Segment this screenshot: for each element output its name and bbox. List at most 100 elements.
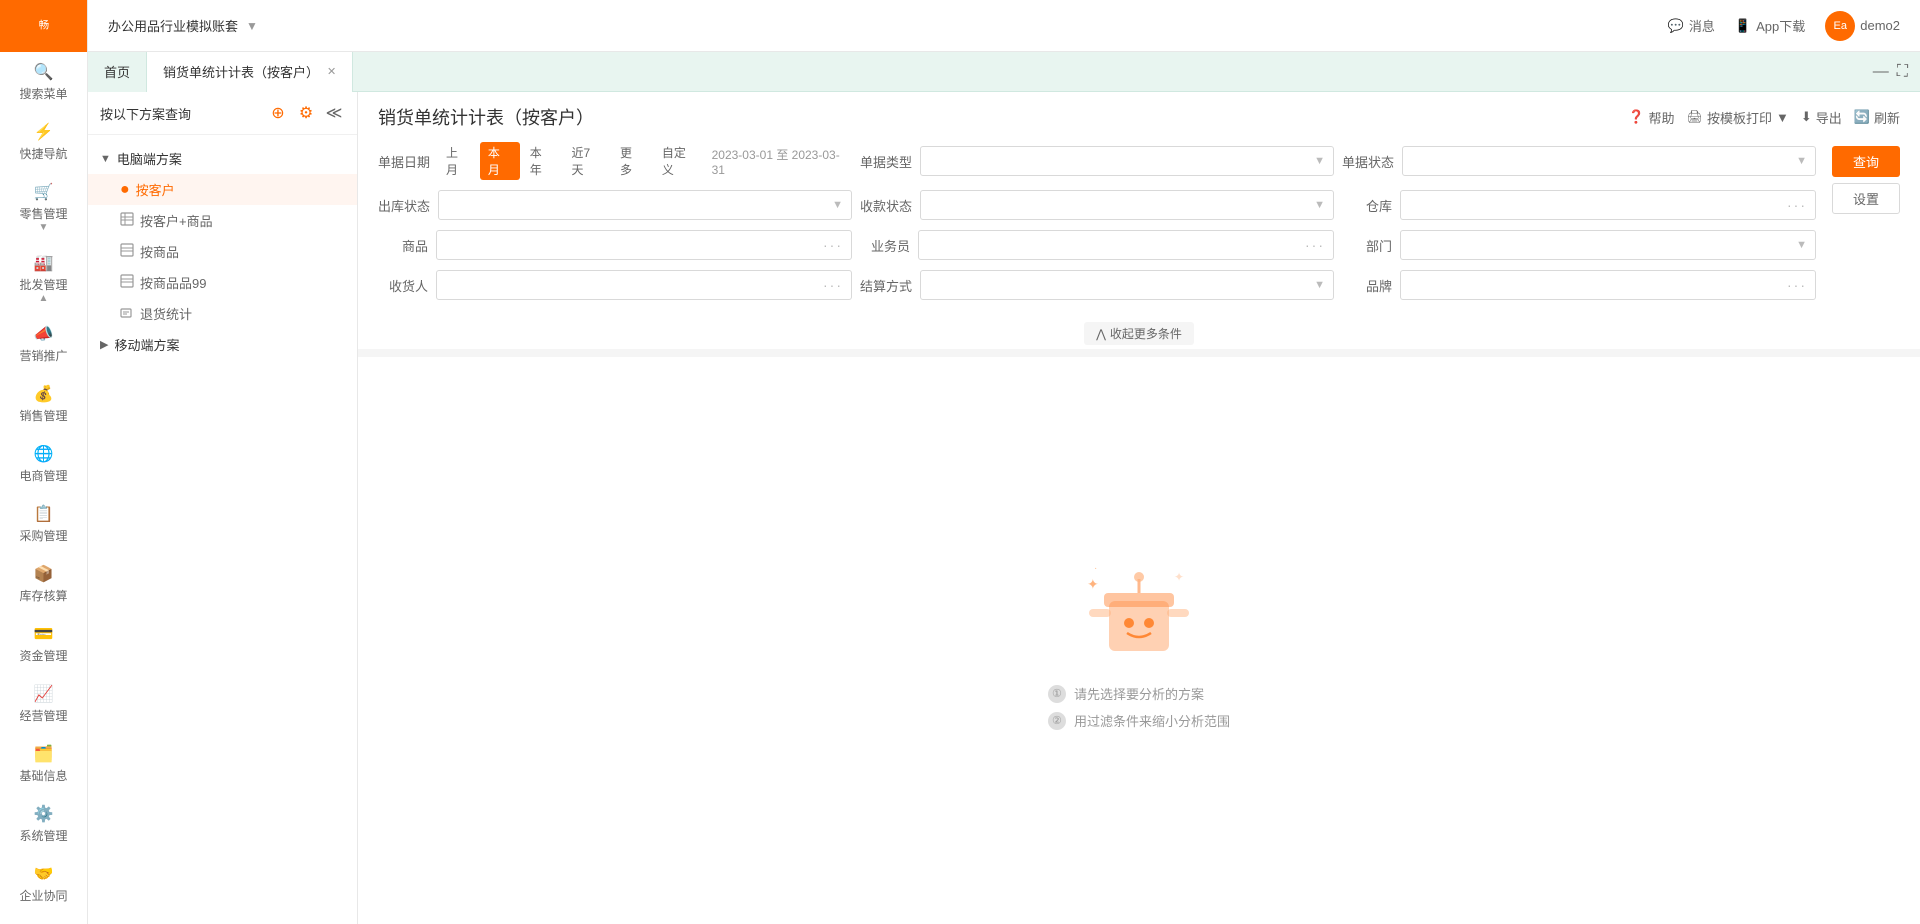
inventory-icon: 📦 [34, 564, 54, 584]
export-btn[interactable]: ⬇ 导出 [1801, 108, 1842, 127]
order-type-caret: ▼ [1314, 155, 1325, 167]
sidebar-item-label: 快捷导航 [19, 145, 67, 162]
settlement-filter-cell: 结算方式 ▼ [860, 270, 1334, 300]
sidebar-item-label: 采购管理 [19, 527, 67, 544]
purchase-icon: 📋 [34, 504, 54, 524]
department-input[interactable]: ▼ [1400, 230, 1816, 260]
brand-input[interactable]: ··· [1400, 270, 1816, 300]
sidebar-item-quick-nav[interactable]: ⚡ 快捷导航 [0, 112, 87, 172]
collapse-label: 收起更多条件 [1110, 325, 1182, 342]
tree-item-return-stat[interactable]: 退货统计 [88, 298, 357, 329]
svg-text:✦: ✦ [1174, 570, 1184, 584]
sidebar-item-label: 营销推广 [19, 347, 67, 364]
order-type-input[interactable]: ▼ [920, 146, 1334, 176]
topbar-right: 💬 消息 📱 App下载 Ea demo2 [1668, 11, 1900, 41]
refresh-btn[interactable]: 🔄 刷新 [1854, 108, 1900, 127]
scheme-tree: ▼ 电脑端方案 ● 按客户 按客户+商品 [88, 135, 357, 924]
collect-status-input[interactable]: ▼ [920, 190, 1334, 220]
add-scheme-btn[interactable]: ⊕ [267, 102, 289, 124]
sidebar-item-inventory[interactable]: 📦 库存核算 [0, 554, 87, 614]
salesperson-label: 业务员 [860, 236, 918, 255]
tab-home[interactable]: 首页 [88, 52, 147, 92]
tab-minimize-btn[interactable]: — [1873, 63, 1889, 81]
sidebar-item-wholesale[interactable]: 🏭 批发管理 ▲ [0, 243, 87, 314]
sidebar-item-ecommerce[interactable]: 🌐 电商管理 [0, 434, 87, 494]
tab-close-btn[interactable]: ✕ [327, 65, 336, 78]
product-input[interactable]: ··· [436, 230, 852, 260]
tree-item-by-product[interactable]: 按商品 [88, 236, 357, 267]
main-area: 办公用品行业模拟账套 ▼ 💬 消息 📱 App下载 Ea demo2 首页 [88, 0, 1920, 924]
svg-text:✦: ✦ [1087, 576, 1099, 592]
sidebar-item-marketing[interactable]: 📣 营销推广 [0, 314, 87, 374]
tab-maximize-btn[interactable]: ⛶ [1897, 63, 1908, 81]
warehouse-input[interactable]: ··· [1400, 190, 1816, 220]
company-dropdown[interactable]: ▼ [246, 19, 258, 33]
settings-scheme-btn[interactable]: ⚙ [295, 102, 317, 124]
logo-area: 畅 [0, 0, 87, 52]
tab-sales-stat[interactable]: 销货单统计计表（按客户） ✕ [147, 52, 353, 92]
empty-tip-1-text: 请先选择要分析的方案 [1074, 684, 1204, 703]
print-btn[interactable]: 🖨 按模板打印 ▼ [1686, 108, 1788, 127]
date-tab-custom[interactable]: 自定义 [654, 142, 706, 180]
date-tab-this-year[interactable]: 本年 [522, 142, 562, 180]
sidebar-item-basic-info[interactable]: 🗂️ 基础信息 [0, 734, 87, 794]
page-title: 销货单统计计表（按客户） [378, 104, 594, 130]
sidebar-item-sales[interactable]: 💰 销售管理 [0, 374, 87, 434]
sidebar-item-beginner[interactable]: 🌱 新手引导 [0, 914, 87, 924]
salesperson-dots: ··· [1305, 237, 1325, 253]
system-icon: ⚙️ [34, 804, 54, 824]
settlement-input[interactable]: ▼ [920, 270, 1334, 300]
tree-item-by-customer[interactable]: ● 按客户 [88, 174, 357, 205]
basic-info-icon: 🗂️ [34, 744, 54, 764]
date-tab-more[interactable]: 更多 [612, 142, 652, 180]
sidebar-item-enterprise[interactable]: 🤝 企业协同 [0, 854, 87, 914]
date-range-display: 2023-03-01 至 2023-03-31 [712, 146, 852, 177]
finance-icon: 💳 [34, 624, 54, 644]
salesperson-filter-cell: 业务员 ··· [860, 230, 1334, 260]
date-tab-7-days[interactable]: 近7天 [564, 142, 610, 180]
chevron-icon: ▲ [39, 293, 49, 304]
help-btn[interactable]: ❓ 帮助 [1628, 108, 1674, 127]
warehouse-label: 仓库 [1342, 196, 1400, 215]
sidebar-item-retail[interactable]: 🛒 零售管理 ▼ [0, 172, 87, 243]
empty-tip-2: ② 用过滤条件来缩小分析范围 [1048, 711, 1230, 730]
sidebar-item-system[interactable]: ⚙️ 系统管理 [0, 794, 87, 854]
collapse-panel-btn[interactable]: ≪ [323, 102, 345, 124]
retail-icon: 🛒 [34, 182, 54, 202]
user-menu[interactable]: Ea demo2 [1825, 11, 1900, 41]
salesperson-input[interactable]: ··· [918, 230, 1334, 260]
tree-group-mobile-header[interactable]: ▶ 移动端方案 [88, 329, 357, 360]
sidebar-navigation: 🔍 搜索菜单 ⚡ 快捷导航 🛒 零售管理 ▼ 🏭 批发管理 ▲ 📣 营销推广 💰… [0, 52, 87, 924]
message-btn[interactable]: 💬 消息 [1668, 16, 1715, 35]
date-tab-this-month[interactable]: 本月 [480, 142, 520, 180]
sidebar-item-label: 销售管理 [19, 407, 67, 424]
app-download-btn[interactable]: 📱 App下载 [1735, 16, 1805, 35]
tree-group-pc-header[interactable]: ▼ 电脑端方案 [88, 143, 357, 174]
sidebar-item-finance[interactable]: 💳 资金管理 [0, 614, 87, 674]
export-label: 导出 [1816, 108, 1842, 127]
refresh-icon: 🔄 [1854, 109, 1870, 125]
sidebar-item-purchase[interactable]: 📋 采购管理 [0, 494, 87, 554]
collapse-bar: ⋀ 收起更多条件 [378, 314, 1900, 349]
date-filter-cell: 单据日期 上月 本月 本年 近7天 更多 自定义 2023-03-01 至 20… [378, 142, 852, 180]
date-tab-last-month[interactable]: 上月 [438, 142, 478, 180]
right-panel: 销货单统计计表（按客户） ❓ 帮助 🖨 按模板打印 ▼ ⬇ [358, 92, 1920, 924]
receiver-label: 收货人 [378, 276, 436, 295]
out-status-filter-cell: 出库状态 ▼ [378, 190, 852, 220]
order-status-input[interactable]: ▼ [1402, 146, 1816, 176]
query-button[interactable]: 查询 [1832, 146, 1900, 177]
ecommerce-icon: 🌐 [34, 444, 54, 464]
refresh-label: 刷新 [1874, 108, 1900, 127]
customer-product-scheme-icon [120, 212, 134, 229]
tree-item-by-customer-product[interactable]: 按客户+商品 [88, 205, 357, 236]
left-panel-title: 按以下方案查询 [100, 104, 259, 123]
settlement-caret: ▼ [1314, 279, 1325, 291]
reset-button[interactable]: 设置 [1832, 183, 1900, 214]
out-status-input[interactable]: ▼ [438, 190, 852, 220]
tree-item-by-product-99[interactable]: 按商品品99 [88, 267, 357, 298]
collapse-more-btn[interactable]: ⋀ 收起更多条件 [1084, 322, 1194, 345]
print-dropdown-icon: ▼ [1776, 110, 1789, 125]
sidebar-item-search[interactable]: 🔍 搜索菜单 [0, 52, 87, 112]
receiver-input[interactable]: ··· [436, 270, 852, 300]
sidebar-item-operations[interactable]: 📈 经营管理 [0, 674, 87, 734]
